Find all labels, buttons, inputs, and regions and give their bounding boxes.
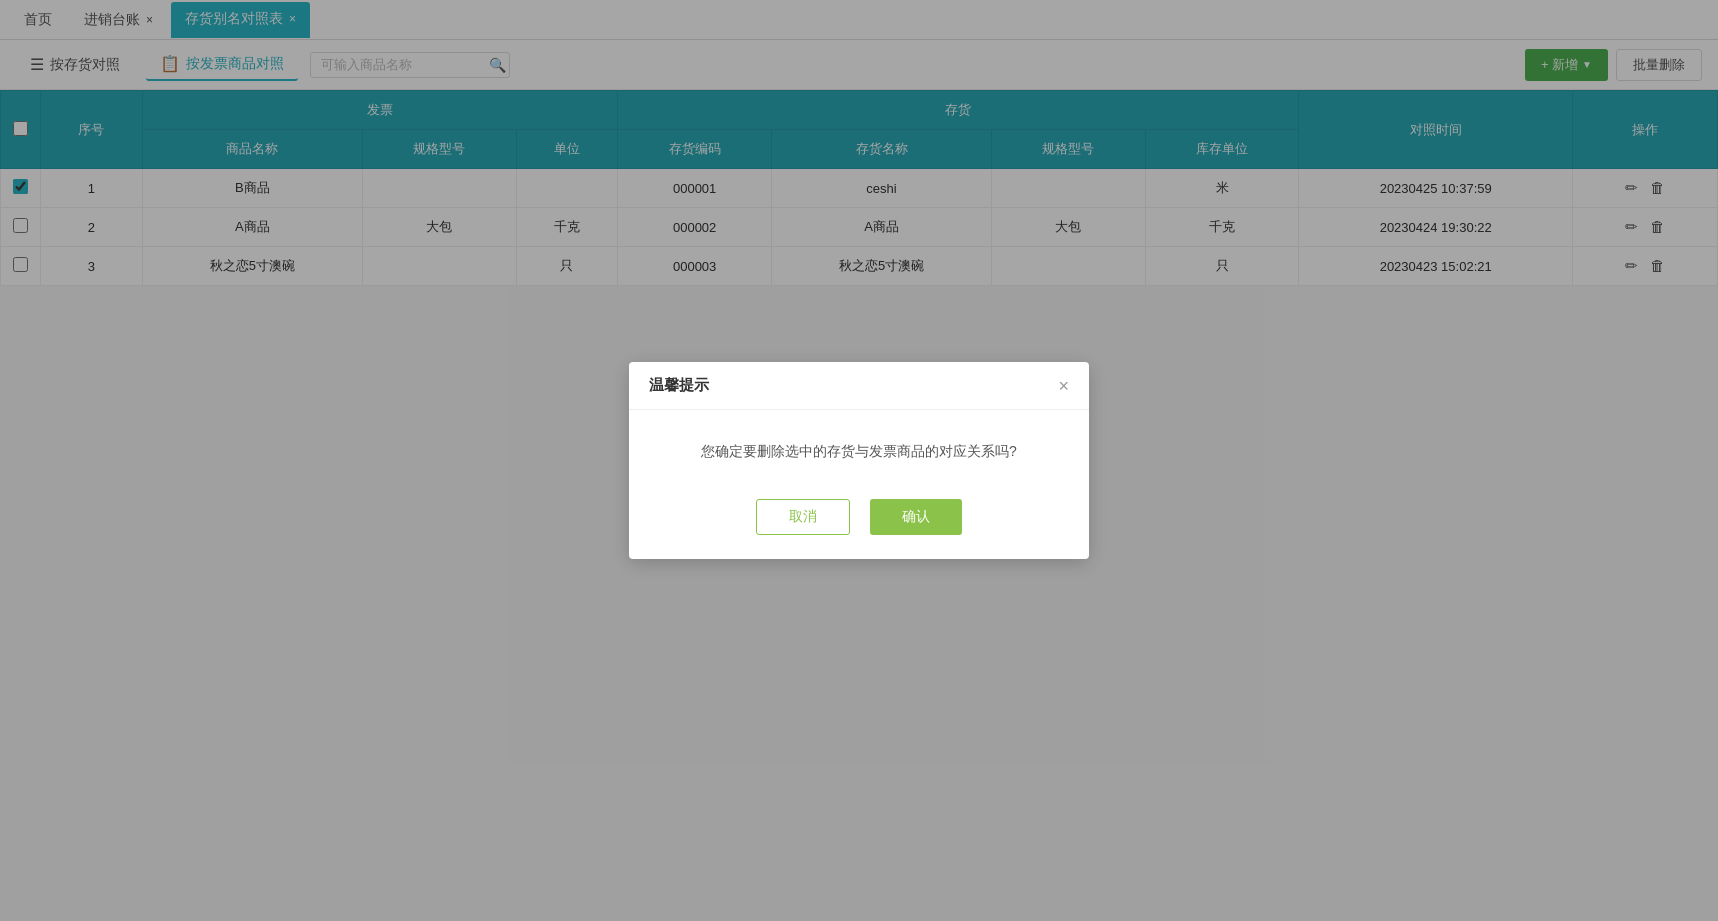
modal-header: 温馨提示 × bbox=[629, 362, 1089, 410]
modal-message: 您确定要删除选中的存货与发票商品的对应关系吗? bbox=[701, 443, 1017, 459]
modal-dialog: 温馨提示 × 您确定要删除选中的存货与发票商品的对应关系吗? 取消 确认 bbox=[629, 362, 1089, 558]
btn-confirm[interactable]: 确认 bbox=[870, 499, 962, 535]
modal-title: 温馨提示 bbox=[649, 376, 709, 395]
main-content: ☰ 按存货对照 📋 按发票商品对照 🔍 + 新增 ▼ 批量删除 bbox=[0, 40, 1718, 921]
modal-overlay[interactable]: 温馨提示 × 您确定要删除选中的存货与发票商品的对应关系吗? 取消 确认 bbox=[0, 0, 1718, 921]
modal-footer: 取消 确认 bbox=[629, 483, 1089, 559]
btn-cancel[interactable]: 取消 bbox=[756, 499, 850, 535]
modal-close-icon[interactable]: × bbox=[1058, 377, 1069, 395]
modal-body: 您确定要删除选中的存货与发票商品的对应关系吗? bbox=[629, 410, 1089, 482]
